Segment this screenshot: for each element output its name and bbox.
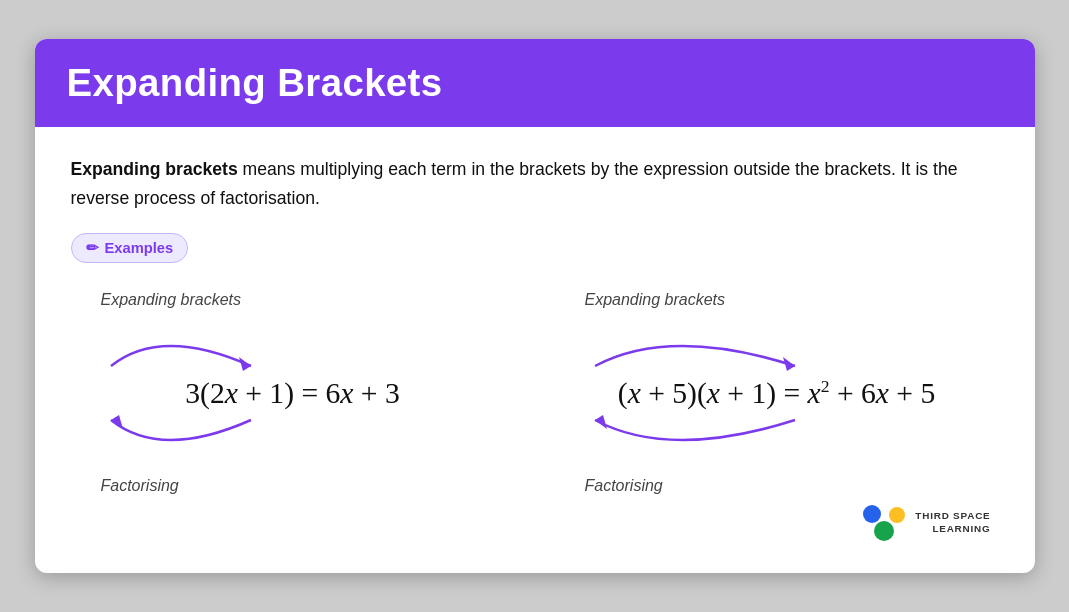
example-1-arrows: 3(2x + 1) = 6x + 3 [71,313,515,473]
factorise-arrow-bottom-1 [81,410,281,465]
description: Expanding brackets means multiplying eac… [71,155,999,213]
example-1-label: Expanding brackets [101,291,242,309]
footer-logo: THIRD SPACE LEARNING [71,505,999,541]
description-bold: Expanding brackets [71,159,238,179]
circle-yellow [889,507,905,523]
logo-icon [863,505,905,541]
header: Expanding Brackets [35,39,1035,127]
logo-text: THIRD SPACE LEARNING [915,510,990,536]
math-expression-2: (x + 5)(x + 1) = x2 + 6x + 5 [618,376,935,410]
pencil-icon: ✏ [86,239,99,257]
logo-line2: LEARNING [915,523,990,536]
example-2-factorising: Factorising [585,477,663,495]
example-2-label: Expanding brackets [585,291,726,309]
examples-badge[interactable]: ✏ Examples [71,233,189,263]
factorise-arrow-bottom-2 [565,410,825,465]
example-1-factorising: Factorising [101,477,179,495]
logo-line1: THIRD SPACE [915,510,990,523]
body-content: Expanding brackets means multiplying eac… [35,127,1035,573]
page-title: Expanding Brackets [67,61,1003,105]
examples-badge-label: Examples [105,240,174,256]
example-1: Expanding brackets 3(2x + 1) = 6x + 3 [71,291,515,495]
circle-blue [863,505,881,523]
expand-arrow-top-1 [81,321,281,376]
math-expression-1: 3(2x + 1) = 6x + 3 [185,377,399,410]
expand-arrow-top-2 [565,321,825,376]
main-card: Expanding Brackets Expanding brackets me… [35,39,1035,573]
example-2: Expanding brackets (x + 5)(x + 1) = x2 +… [555,291,999,495]
circle-green [874,521,894,541]
example-2-arrows: (x + 5)(x + 1) = x2 + 6x + 5 [555,313,999,473]
examples-grid: Expanding brackets 3(2x + 1) = 6x + 3 [71,291,999,495]
